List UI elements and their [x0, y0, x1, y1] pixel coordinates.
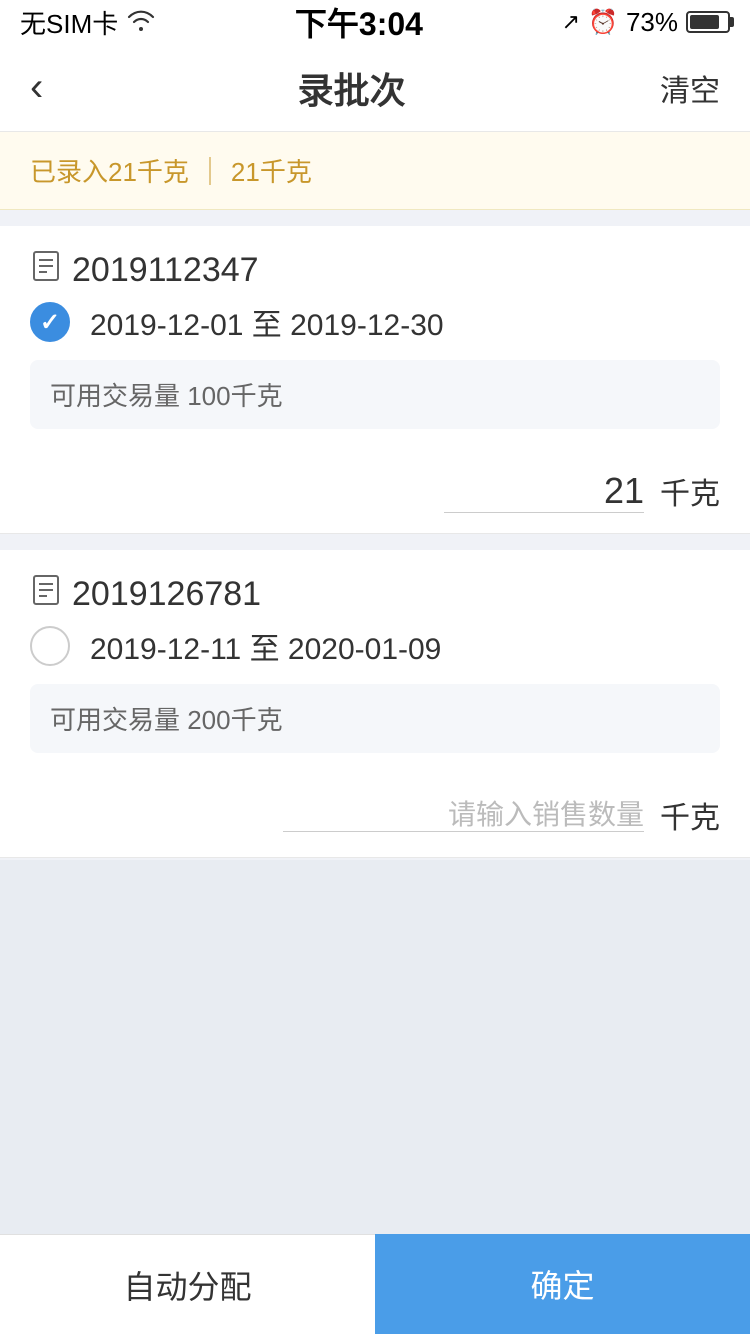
batch-1-radio[interactable] — [30, 302, 70, 342]
batch-2-icon — [30, 574, 62, 614]
batch-1-quantity-value: 21 — [604, 470, 644, 511]
status-left: 无SIM卡 — [20, 4, 156, 41]
status-right: ↗ ⏰ 73% — [562, 7, 730, 38]
back-button[interactable]: ‹ — [30, 65, 43, 110]
batch-card-2: 2019126781 2019-12-11 至 2020-01-09 可用交易量… — [0, 550, 750, 858]
batch-card-1: 2019112347 2019-12-01 至 2019-12-30 可用交易量… — [0, 226, 750, 534]
wifi-icon — [126, 7, 156, 38]
batch-2-header: 2019126781 — [0, 550, 750, 624]
batch-1-quantity-input: 21 — [444, 470, 644, 513]
confirm-button[interactable]: 确定 — [375, 1234, 750, 1334]
nav-bar: ‹ 录批次 清空 — [0, 44, 750, 132]
recorded-amount-value: 21千克 — [231, 152, 312, 189]
batch-2-date: 2019-12-11 至 2020-01-09 — [90, 624, 441, 668]
main-content: 已录入21千克 21千克 2019112347 2019-12-01 至 201… — [0, 132, 750, 1234]
batch-1-date-row[interactable]: 2019-12-01 至 2019-12-30 — [0, 300, 750, 360]
batch-1-available: 可用交易量 100千克 — [30, 360, 720, 429]
location-icon: ↗ — [562, 9, 580, 35]
batch-2-available-text: 可用交易量 200千克 — [50, 705, 283, 735]
battery-percent: 73% — [626, 7, 678, 38]
batch-1-id: 2019112347 — [72, 251, 259, 290]
batch-1-icon — [30, 250, 62, 290]
alarm-icon: ⏰ — [588, 8, 618, 37]
status-bar: 无SIM卡 下午3:04 ↗ ⏰ 73% — [0, 0, 750, 44]
batch-2-id: 2019126781 — [72, 575, 261, 614]
battery-icon — [686, 11, 730, 33]
gray-filler — [0, 860, 750, 1234]
info-banner: 已录入21千克 21千克 — [0, 132, 750, 210]
recorded-amount-label: 已录入21千克 — [30, 152, 189, 189]
batch-1-unit: 千克 — [660, 469, 720, 513]
batch-2-date-row[interactable]: 2019-12-11 至 2020-01-09 — [0, 624, 750, 684]
batch-2-input-row[interactable]: 千克 — [0, 773, 750, 858]
batch-1-available-text: 可用交易量 100千克 — [50, 381, 283, 411]
status-time: 下午3:04 — [295, 0, 423, 45]
page-title: 录批次 — [298, 62, 406, 114]
batch-2-unit: 千克 — [660, 793, 720, 837]
batch-1-header: 2019112347 — [0, 226, 750, 300]
batch-2-radio[interactable] — [30, 626, 70, 666]
batch-1-date: 2019-12-01 至 2019-12-30 — [90, 300, 444, 344]
batch-2-available: 可用交易量 200千克 — [30, 684, 720, 753]
batch-1-quantity-row: 21 千克 — [0, 449, 750, 534]
bottom-bar: 自动分配 确定 — [0, 1234, 750, 1334]
auto-distribute-button[interactable]: 自动分配 — [0, 1234, 375, 1334]
batch-2-quantity-input[interactable] — [283, 799, 644, 832]
sim-status: 无SIM卡 — [20, 4, 118, 41]
banner-divider — [209, 157, 211, 185]
clear-button[interactable]: 清空 — [660, 66, 720, 110]
